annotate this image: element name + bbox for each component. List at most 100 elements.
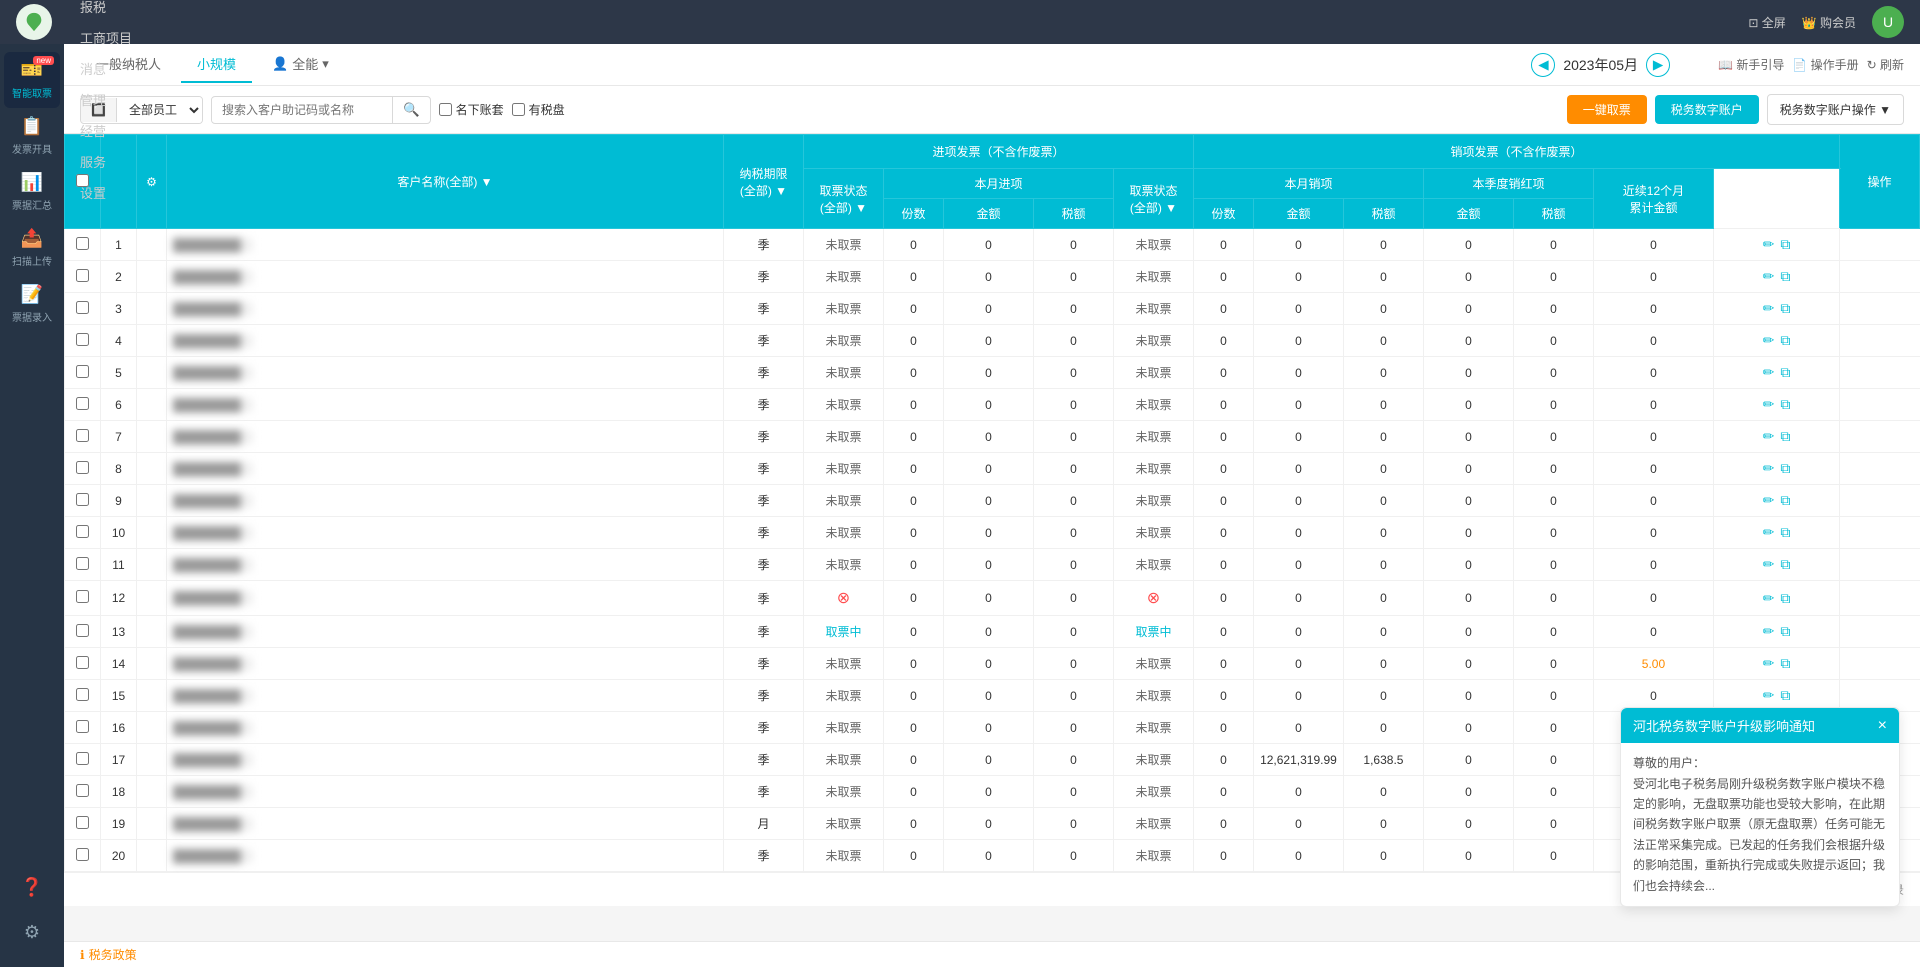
nav-item-服务[interactable]: 服务	[68, 146, 144, 177]
nav-item-工商项目[interactable]: 工商项目	[68, 22, 144, 53]
sidebar-item-1[interactable]: 📋发票开具	[4, 108, 60, 164]
copy-icon[interactable]: ⧉	[1780, 364, 1790, 381]
copy-icon[interactable]: ⧉	[1780, 655, 1790, 672]
my-accounts-checkbox[interactable]: 名下账套	[439, 101, 504, 118]
edit-icon[interactable]: ✏	[1763, 460, 1775, 477]
row-checkbox[interactable]	[65, 648, 101, 680]
nav-item-经营[interactable]: 经营	[68, 115, 144, 146]
copy-icon[interactable]: ⧉	[1780, 460, 1790, 477]
row-checkbox[interactable]	[65, 261, 101, 293]
sidebar-item-2[interactable]: 📊票据汇总	[4, 164, 60, 220]
row-out-tax: 0	[1343, 776, 1423, 808]
edit-icon[interactable]: ✏	[1763, 623, 1775, 640]
copy-icon[interactable]: ⧉	[1780, 268, 1790, 285]
th-client-name[interactable]: 客户名称(全部) ▼	[167, 135, 724, 229]
row-checkbox[interactable]	[65, 776, 101, 808]
nav-item-报税[interactable]: 报税	[68, 0, 144, 22]
bottom-bar[interactable]: ℹ 税务政策	[64, 941, 1920, 967]
copy-icon[interactable]: ⧉	[1780, 332, 1790, 349]
row-in-count: 0	[883, 648, 943, 680]
row-checkbox[interactable]	[65, 389, 101, 421]
edit-icon[interactable]: ✏	[1763, 396, 1775, 413]
copy-icon[interactable]: ⧉	[1780, 492, 1790, 509]
one-click-invoice-btn[interactable]: 一键取票	[1567, 95, 1647, 124]
sidebar-item-4[interactable]: 📝票据录入	[4, 276, 60, 332]
copy-icon[interactable]: ⧉	[1780, 300, 1790, 317]
table-row: 7 ████████ 季 未取票 0 0 0 未取票 0 0 0 0 0 0 ✏…	[65, 421, 1920, 453]
row-checkbox[interactable]	[65, 357, 101, 389]
edit-icon[interactable]: ✏	[1763, 655, 1775, 672]
user-avatar[interactable]: U	[1872, 6, 1904, 38]
edit-icon[interactable]: ✏	[1763, 556, 1775, 573]
fullscreen-btn[interactable]: ⊡ 全屏	[1748, 14, 1785, 31]
tab-small-scale[interactable]: 小规模	[181, 46, 252, 83]
edit-icon[interactable]: ✏	[1763, 687, 1775, 704]
edit-icon[interactable]: ✏	[1763, 492, 1775, 509]
row-checkbox[interactable]	[65, 744, 101, 776]
th-incoming-status[interactable]: 取票状态(全部) ▼	[803, 169, 883, 229]
edit-icon[interactable]: ✏	[1763, 524, 1775, 541]
copy-icon[interactable]: ⧉	[1780, 556, 1790, 573]
copy-icon[interactable]: ⧉	[1780, 687, 1790, 704]
row-tax-period: 季	[723, 776, 803, 808]
row-checkbox[interactable]	[65, 712, 101, 744]
client-search[interactable]: 🔍	[211, 96, 431, 124]
edit-icon[interactable]: ✏	[1763, 590, 1775, 607]
row-checkbox[interactable]	[65, 549, 101, 581]
tab-all-capable[interactable]: 👤 全能 ▾	[256, 46, 345, 83]
edit-icon[interactable]: ✏	[1763, 268, 1775, 285]
row-red-amount: 0	[1423, 616, 1513, 648]
row-checkbox[interactable]	[65, 840, 101, 872]
row-checkbox[interactable]	[65, 229, 101, 261]
membership-btn[interactable]: 👑 购会员	[1802, 14, 1856, 31]
copy-icon[interactable]: ⧉	[1780, 236, 1790, 253]
date-next-btn[interactable]: ▶	[1646, 53, 1670, 77]
row-in-status: 未取票	[803, 840, 883, 872]
th-tax-period[interactable]: 纳税期限(全部) ▼	[723, 135, 803, 229]
sidebar-item-help[interactable]: ❓	[4, 869, 60, 906]
nav-item-消息[interactable]: 消息	[68, 53, 144, 84]
new-guide-btn[interactable]: 📖 新手引导	[1718, 56, 1784, 73]
copy-icon[interactable]: ⧉	[1780, 428, 1790, 445]
edit-icon[interactable]: ✏	[1763, 364, 1775, 381]
row-tax-period: 月	[723, 808, 803, 840]
row-checkbox[interactable]	[65, 517, 101, 549]
copy-icon[interactable]: ⧉	[1780, 524, 1790, 541]
copy-icon[interactable]: ⧉	[1780, 623, 1790, 640]
row-checkbox[interactable]	[65, 421, 101, 453]
row-actions: ✏ ⧉	[1713, 616, 1839, 648]
refresh-btn[interactable]: ↻ 刷新	[1867, 56, 1904, 73]
row-checkbox[interactable]	[65, 581, 101, 616]
notification-close-btn[interactable]: ×	[1878, 717, 1887, 735]
tax-digital-account-ops-btn[interactable]: 税务数字账户操作 ▼	[1767, 94, 1904, 125]
row-checkbox[interactable]	[65, 293, 101, 325]
sidebar-item-3[interactable]: 📤扫描上传	[4, 220, 60, 276]
edit-icon[interactable]: ✏	[1763, 300, 1775, 317]
row-checkbox[interactable]	[65, 325, 101, 357]
edit-icon[interactable]: ✏	[1763, 428, 1775, 445]
has-tax-disk-checkbox[interactable]: 有税盘	[512, 101, 565, 118]
row-checkbox[interactable]	[65, 680, 101, 712]
row-checkbox[interactable]	[65, 485, 101, 517]
search-input[interactable]	[212, 98, 392, 122]
tax-policy-link[interactable]: 税务政策	[89, 946, 137, 963]
th-outgoing-status[interactable]: 取票状态(全部) ▼	[1113, 169, 1193, 229]
sidebar-item-0[interactable]: 🎫智能取票new	[4, 52, 60, 108]
row-checkbox[interactable]	[65, 808, 101, 840]
copy-icon[interactable]: ⧉	[1780, 396, 1790, 413]
date-prev-btn[interactable]: ◀	[1531, 53, 1555, 77]
edit-icon[interactable]: ✏	[1763, 236, 1775, 253]
sidebar-item-settings-bottom[interactable]: ⚙	[4, 914, 60, 951]
row-checkbox[interactable]	[65, 616, 101, 648]
search-button[interactable]: 🔍	[392, 97, 430, 123]
tax-digital-account-btn[interactable]: 税务数字账户	[1655, 95, 1759, 124]
row-checkbox[interactable]	[65, 453, 101, 485]
nav-item-设置[interactable]: 设置	[68, 177, 144, 208]
nav-item-管理[interactable]: 管理	[68, 84, 144, 115]
operation-manual-btn[interactable]: 📄 操作手册	[1792, 56, 1858, 73]
row-actions: ✏ ⧉	[1713, 648, 1839, 680]
row-client-name: ████████	[167, 581, 724, 616]
row-in-amount: 0	[943, 261, 1033, 293]
edit-icon[interactable]: ✏	[1763, 332, 1775, 349]
copy-icon[interactable]: ⧉	[1780, 590, 1790, 607]
